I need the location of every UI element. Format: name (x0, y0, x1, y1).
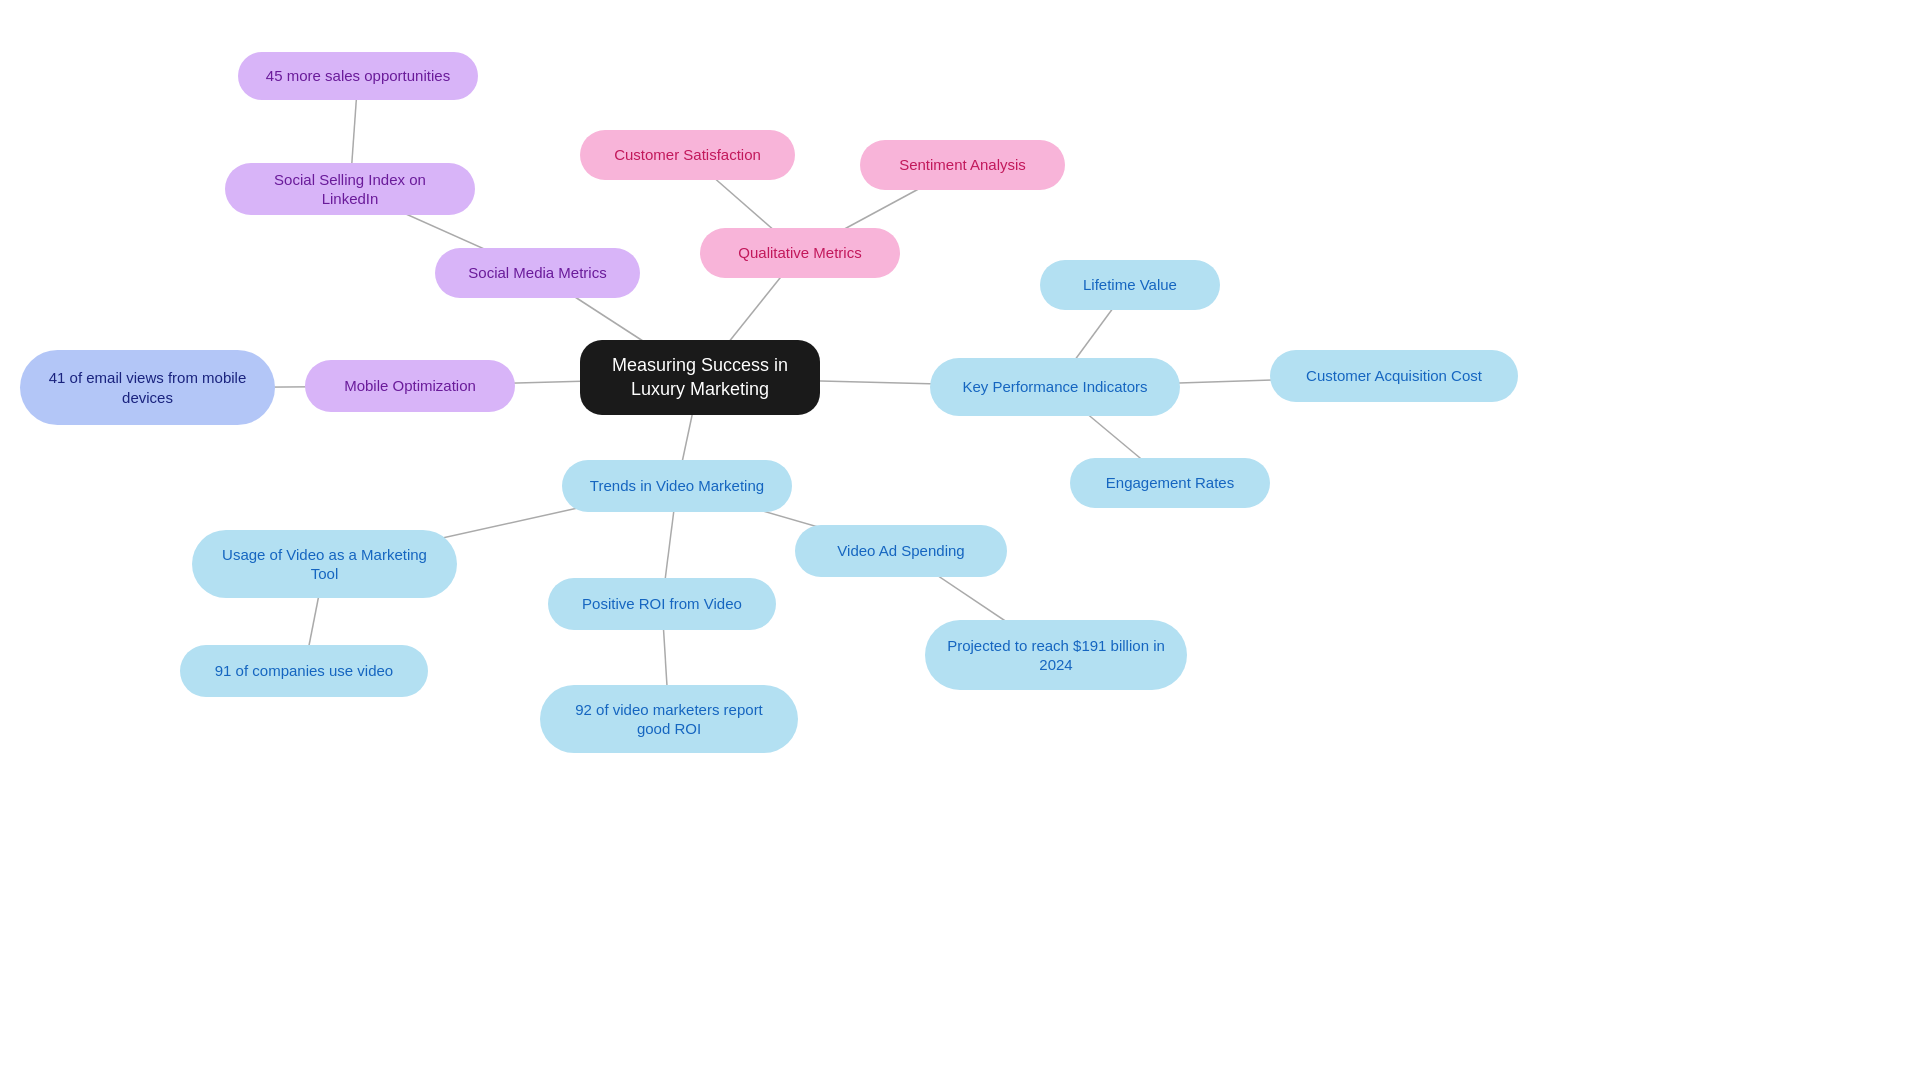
social-media-metrics-label: Social Media Metrics (468, 263, 606, 283)
customer-satisfaction-label: Customer Satisfaction (614, 145, 761, 165)
more-sales-label: 45 more sales opportunities (266, 66, 450, 86)
mobile-optimization-label: Mobile Optimization (344, 376, 476, 396)
node-sentiment-analysis: Sentiment Analysis (860, 140, 1065, 190)
mind-map: Measuring Success in Luxury Marketing Cu… (0, 0, 1920, 1083)
social-selling-label: Social Selling Index on LinkedIn (247, 170, 453, 209)
node-center: Measuring Success in Luxury Marketing (580, 340, 820, 415)
node-mobile-optimization: Mobile Optimization (305, 360, 515, 412)
node-social-selling: Social Selling Index on LinkedIn (225, 163, 475, 215)
companies-video-label: 91 of companies use video (215, 661, 393, 681)
node-trends-video: Trends in Video Marketing (562, 460, 792, 512)
node-kpi: Key Performance Indicators (930, 358, 1180, 416)
node-customer-satisfaction: Customer Satisfaction (580, 130, 795, 180)
projected-label: Projected to reach $191 billion in 2024 (947, 636, 1165, 675)
customer-acquisition-label: Customer Acquisition Cost (1306, 366, 1482, 386)
node-lifetime-value: Lifetime Value (1040, 260, 1220, 310)
kpi-label: Key Performance Indicators (962, 377, 1147, 397)
lifetime-value-label: Lifetime Value (1083, 275, 1177, 295)
center-label: Measuring Success in Luxury Marketing (602, 354, 798, 401)
node-projected: Projected to reach $191 billion in 2024 (925, 620, 1187, 690)
sentiment-analysis-label: Sentiment Analysis (899, 155, 1026, 175)
node-engagement-rates: Engagement Rates (1070, 458, 1270, 508)
node-social-media-metrics: Social Media Metrics (435, 248, 640, 298)
video-ad-spending-label: Video Ad Spending (837, 541, 964, 561)
node-usage-video: Usage of Video as a Marketing Tool (192, 530, 457, 598)
engagement-rates-label: Engagement Rates (1106, 473, 1234, 493)
qualitative-metrics-label: Qualitative Metrics (738, 243, 861, 263)
node-video-ad-spending: Video Ad Spending (795, 525, 1007, 577)
video-marketers-roi-label: 92 of video marketers report good ROI (562, 700, 776, 739)
node-email-views: 41 of email views from mobile devices (20, 350, 275, 425)
trends-video-label: Trends in Video Marketing (590, 476, 764, 496)
node-positive-roi: Positive ROI from Video (548, 578, 776, 630)
usage-video-label: Usage of Video as a Marketing Tool (214, 545, 435, 584)
node-customer-acquisition: Customer Acquisition Cost (1270, 350, 1518, 402)
node-qualitative-metrics: Qualitative Metrics (700, 228, 900, 278)
node-companies-video: 91 of companies use video (180, 645, 428, 697)
positive-roi-label: Positive ROI from Video (582, 594, 742, 614)
node-more-sales: 45 more sales opportunities (238, 52, 478, 100)
node-video-marketers-roi: 92 of video marketers report good ROI (540, 685, 798, 753)
email-views-label: 41 of email views from mobile devices (42, 368, 253, 407)
